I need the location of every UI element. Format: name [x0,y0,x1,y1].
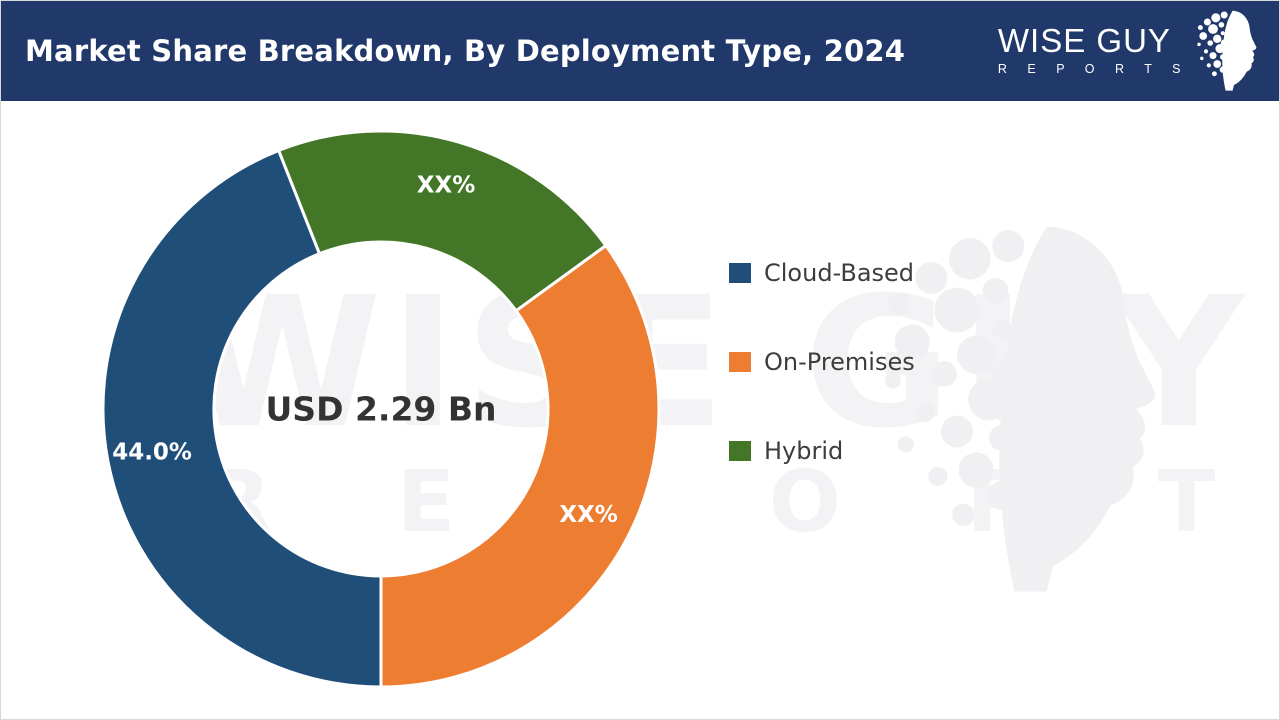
slice-label-on-premises: XX% [559,502,618,528]
wise-guy-logo: WISE GUY R E P O R T S [998,8,1263,92]
legend-item-hybrid: Hybrid [729,437,915,465]
legend-label: On-Premises [764,348,915,376]
logo-subtext: R E P O R T S [997,61,1189,76]
logo-head-icon [1197,10,1257,91]
legend-swatch-on-premises [729,352,751,372]
legend-swatch-cloud-based [729,263,751,283]
header: Market Share Breakdown, By Deployment Ty… [1,1,1279,101]
legend-swatch-hybrid [729,441,751,461]
legend-label: Cloud-Based [764,259,915,287]
legend: Cloud-Based On-Premises Hybrid [729,259,915,465]
slice-label-cloud-based: 44.0% [112,440,192,466]
legend-item-on-premises: On-Premises [729,348,915,376]
chart-area: WISE GUY R E P O R T S 44.0%XX%XX% USD 2… [1,101,1279,719]
slice-label-hybrid: XX% [417,172,476,198]
legend-label: Hybrid [764,437,844,465]
infographic: Market Share Breakdown, By Deployment Ty… [0,0,1280,720]
slice-on-premises [379,244,661,689]
page-title: Market Share Breakdown, By Deployment Ty… [25,34,906,68]
donut-chart: 44.0% XX% XX% [101,129,661,689]
logo-wordmark: WISE GUY [997,22,1171,60]
chart-center-value: USD 2.29 Bn [265,389,497,429]
legend-item-cloud-based: Cloud-Based [729,259,915,287]
logo-text: WISE GUY R E P O R T S [998,24,1189,76]
